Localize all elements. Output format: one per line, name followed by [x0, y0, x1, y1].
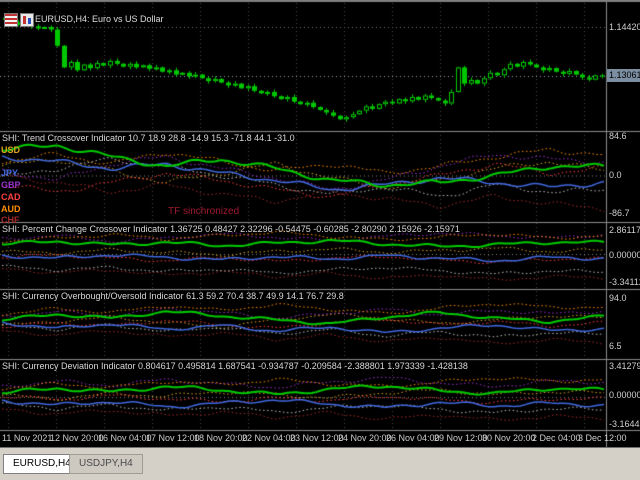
p2-scale-mid: 0.00000 [609, 250, 640, 260]
symbol-title: EURUSD,H4: Euro vs US Dollar [35, 14, 164, 24]
price-scale-high: 1.14420 [609, 22, 640, 32]
p3-scale-bottom: 6.5 [609, 341, 622, 351]
candlestick-icon [20, 13, 34, 27]
time-tick: 24 Nov 20:00 [338, 433, 392, 443]
panel-title-overbought-oversold: SHI: Currency Overbought/Oversold Indica… [2, 291, 344, 301]
mt4-chart-window: EURUSD,H4: Euro vs US Dollar SHI: Trend … [0, 0, 640, 480]
time-tick: 18 Nov 20:00 [194, 433, 248, 443]
time-tick: 3 Dec 12:00 [578, 433, 627, 443]
time-tick: 2 Dec 04:00 [532, 433, 581, 443]
currency-label-cad: CAD [1, 192, 21, 202]
currency-label-jpy: JPY [1, 168, 19, 178]
time-tick: 26 Nov 04:00 [386, 433, 440, 443]
time-tick: 23 Nov 12:00 [290, 433, 344, 443]
p3-scale-top: 94.0 [609, 293, 627, 303]
time-tick: 22 Nov 04:00 [242, 433, 296, 443]
time-tick: 30 Nov 20:00 [482, 433, 536, 443]
time-tick: 12 Nov 20:00 [50, 433, 104, 443]
journal-icon [4, 13, 18, 27]
currency-label-usd: USD [1, 145, 21, 155]
p2-scale-top: 2.86117 [609, 225, 640, 235]
currency-label-chf: CHF [1, 215, 20, 225]
p4-scale-top: 3.412799 [609, 361, 640, 371]
time-tick: 16 Nov 04:00 [98, 433, 152, 443]
p4-scale-mid: 0.000000 [609, 390, 640, 400]
p1-scale-top: 84.6 [609, 131, 627, 141]
time-tick: 17 Nov 12:00 [146, 433, 200, 443]
tab-usdjpy-h4[interactable]: USDJPY,H4 [69, 454, 143, 474]
p1-scale-bottom: -86.7 [609, 208, 630, 218]
currency-label-aud: AUD [1, 204, 21, 214]
p4-scale-bottom: -3.164465 [609, 419, 640, 429]
time-tick: 11 Nov 2021 [2, 433, 53, 443]
panel-title-currency-deviation: SHI: Currency Deviation Indicator 0.8046… [2, 361, 468, 371]
panel-title-trend-crossover: SHI: Trend Crossover Indicator 10.7 18.9… [2, 133, 295, 143]
panel-title-percent-change: SHI: Percent Change Crossover Indicator … [2, 224, 460, 234]
currency-label-gbp: GBP [1, 180, 21, 190]
tf-synchronized-label: TF sinchronized [168, 206, 240, 217]
time-tick: 29 Nov 12:00 [434, 433, 488, 443]
chart-tab-bar: EURUSD,H4 USDJPY,H4 [0, 447, 640, 480]
current-bid-price-box: 1.13061 [607, 69, 640, 82]
p1-scale-mid: 0.0 [609, 170, 622, 180]
p2-scale-bottom: -3.34112 [609, 277, 640, 287]
